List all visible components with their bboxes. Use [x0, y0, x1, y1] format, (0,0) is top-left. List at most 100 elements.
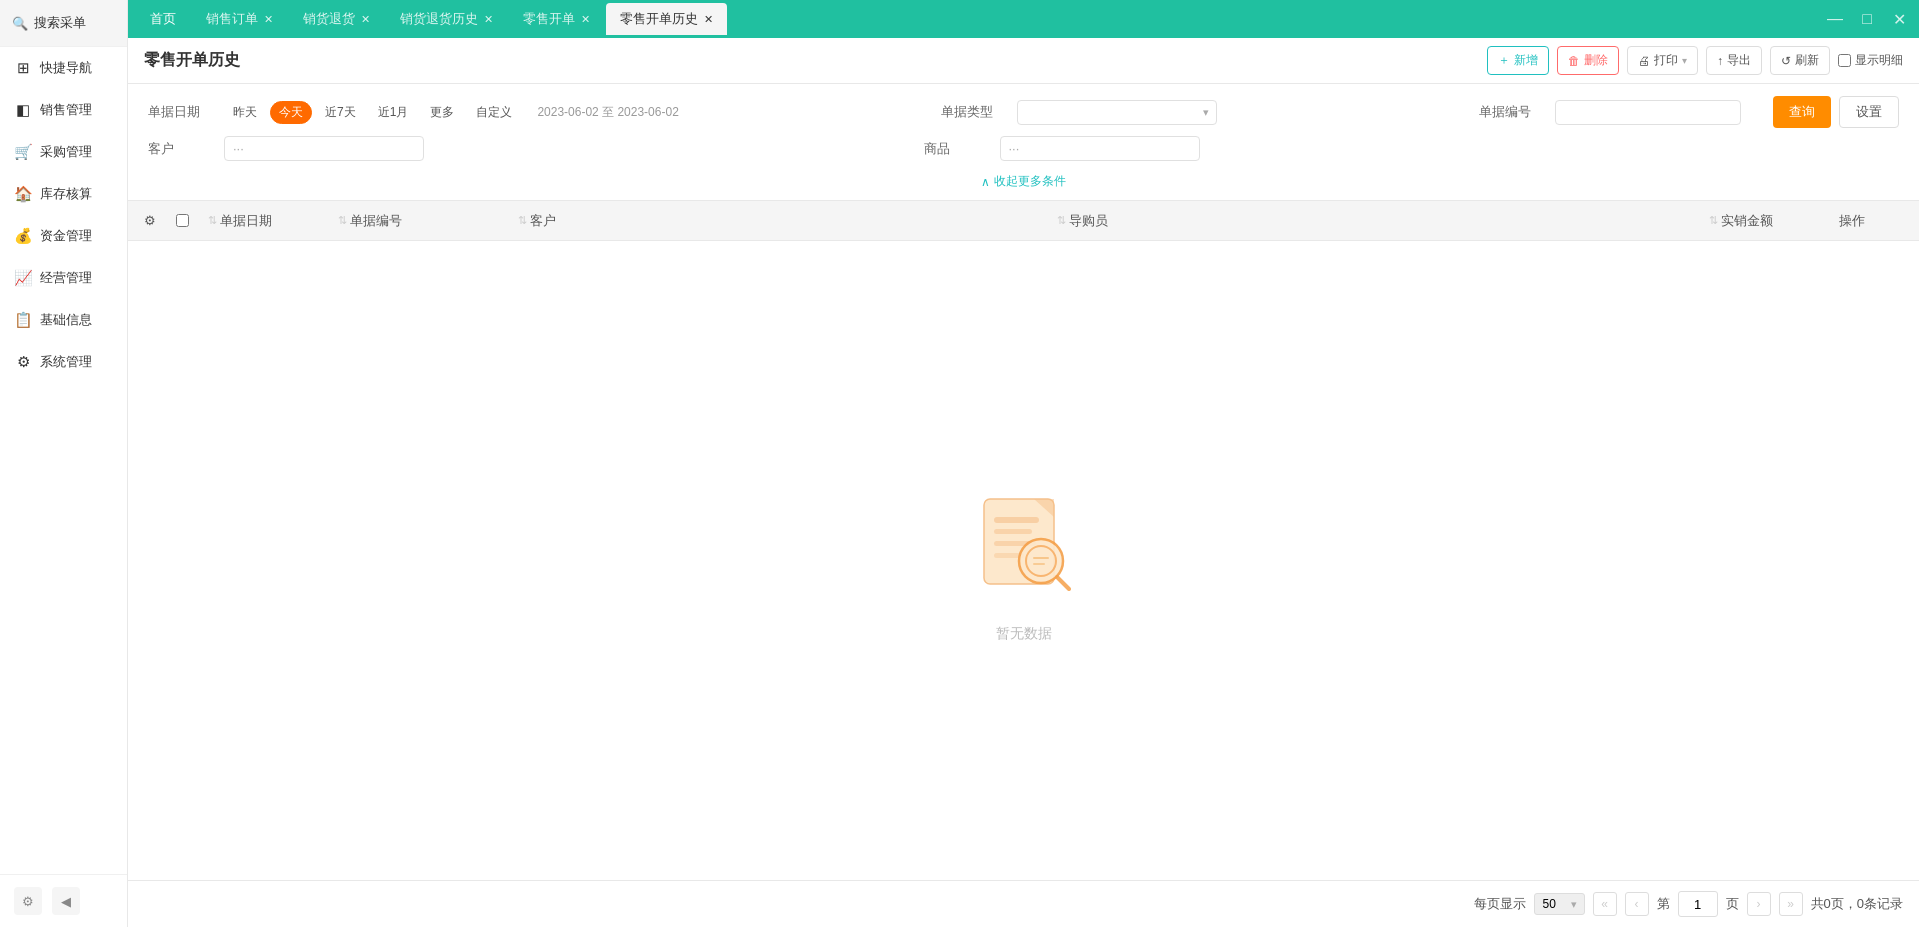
- th-checkbox[interactable]: [168, 214, 200, 227]
- content-area: ⚙ ⇅ 单据日期 ⇅ 单据编号 ⇅ 客户 ⇅ 导购员 ⇅: [128, 201, 1919, 880]
- next-page-button[interactable]: ›: [1747, 892, 1771, 916]
- add-icon: ＋: [1498, 52, 1510, 69]
- tab-sales-return-history-close[interactable]: ✕: [484, 14, 493, 25]
- refresh-button[interactable]: ↺ 刷新: [1770, 46, 1830, 75]
- search-icon: 🔍: [12, 16, 28, 31]
- filter-row-2: 客户 ··· 商品 ···: [148, 136, 1899, 161]
- collapse-label: 收起更多条件: [994, 173, 1066, 190]
- filter-area: 单据日期 昨天 今天 近7天 近1月 更多 自定义 2023-06-02 至 2…: [128, 84, 1919, 201]
- sidebar-item-zijin-label: 资金管理: [40, 227, 92, 245]
- total-records-label: 共0页，0条记录: [1811, 895, 1903, 913]
- table-header: ⚙ ⇅ 单据日期 ⇅ 单据编号 ⇅ 客户 ⇅ 导购员 ⇅: [128, 201, 1919, 241]
- date-yesterday-btn[interactable]: 昨天: [224, 101, 266, 124]
- tab-retail-open[interactable]: 零售开单 ✕: [509, 3, 604, 35]
- sidebar-item-jichu[interactable]: 📋 基础信息: [0, 299, 127, 341]
- column-settings-icon: ⚙: [144, 213, 156, 228]
- sidebar-item-caigou[interactable]: 🛒 采购管理: [0, 131, 127, 173]
- next-page-icon: ›: [1757, 897, 1761, 911]
- date-sort-icon[interactable]: ⇅: [208, 214, 217, 227]
- th-number: ⇅ 单据编号: [330, 212, 510, 230]
- date-more-btn[interactable]: 更多: [421, 101, 463, 124]
- print-label: 打印: [1654, 52, 1678, 69]
- th-number-label: 单据编号: [350, 212, 402, 230]
- th-customer-label: 客户: [530, 212, 556, 230]
- type-filter-select[interactable]: [1017, 100, 1217, 125]
- svg-rect-1: [994, 517, 1039, 523]
- show-detail-checkbox-label[interactable]: 显示明细: [1838, 52, 1903, 69]
- last-page-button[interactable]: »: [1779, 892, 1803, 916]
- goods-filter-input[interactable]: ···: [1000, 136, 1200, 161]
- add-button[interactable]: ＋ 新增: [1487, 46, 1549, 75]
- tab-sales-return-close[interactable]: ✕: [361, 14, 370, 25]
- last-page-icon: »: [1787, 897, 1794, 911]
- delete-button[interactable]: 🗑 删除: [1557, 46, 1619, 75]
- customer-filter-input[interactable]: ···: [224, 136, 424, 161]
- tab-retail-history[interactable]: 零售开单历史 ✕: [606, 3, 727, 35]
- page-number-input[interactable]: [1678, 891, 1718, 917]
- xiaoshou-icon: ◧: [14, 101, 32, 119]
- filter-row-1: 单据日期 昨天 今天 近7天 近1月 更多 自定义 2023-06-02 至 2…: [148, 96, 1899, 128]
- th-amount: ⇅ 实销金额: [1701, 212, 1831, 230]
- sidebar-item-xitong[interactable]: ⚙ 系统管理: [0, 341, 127, 383]
- tab-sales-return[interactable]: 销货退货 ✕: [289, 3, 384, 35]
- guide-sort-icon[interactable]: ⇅: [1057, 214, 1066, 227]
- query-button[interactable]: 查询: [1773, 96, 1831, 128]
- type-filter-label: 单据类型: [941, 103, 1001, 121]
- first-page-icon: «: [1601, 897, 1608, 911]
- caigou-icon: 🛒: [14, 143, 32, 161]
- kucun-icon: 🏠: [14, 185, 32, 203]
- per-page-select[interactable]: 10 20 50 100: [1534, 893, 1585, 915]
- tab-sales-order-close[interactable]: ✕: [264, 14, 273, 25]
- tab-home[interactable]: 首页: [136, 3, 190, 35]
- date-last7-btn[interactable]: 近7天: [316, 101, 365, 124]
- date-today-btn[interactable]: 今天: [270, 101, 312, 124]
- number-filter-label: 单据编号: [1479, 103, 1539, 121]
- select-all-checkbox[interactable]: [176, 214, 189, 227]
- export-button[interactable]: ↑ 导出: [1706, 46, 1762, 75]
- first-page-button[interactable]: «: [1593, 892, 1617, 916]
- close-button[interactable]: ✕: [1887, 7, 1911, 31]
- maximize-button[interactable]: □: [1855, 7, 1879, 31]
- th-amount-label: 实销金额: [1721, 212, 1773, 230]
- amount-sort-icon[interactable]: ⇅: [1709, 214, 1718, 227]
- sidebar-item-xiaoshou[interactable]: ◧ 销售管理: [0, 89, 127, 131]
- customer-sort-icon[interactable]: ⇅: [518, 214, 527, 227]
- sidebar-search-label: 搜索采单: [34, 14, 86, 32]
- th-settings[interactable]: ⚙: [136, 213, 168, 228]
- sidebar-item-jichu-label: 基础信息: [40, 311, 92, 329]
- sidebar-item-kucun[interactable]: 🏠 库存核算: [0, 173, 127, 215]
- print-chevron-icon: ▾: [1682, 55, 1687, 66]
- th-date-label: 单据日期: [220, 212, 272, 230]
- refresh-label: 刷新: [1795, 52, 1819, 69]
- number-filter-input[interactable]: [1555, 100, 1741, 125]
- sidebar-search[interactable]: 🔍 搜索采单: [0, 0, 127, 47]
- per-page-select-wrapper: 10 20 50 100: [1534, 893, 1585, 915]
- tab-sales-order[interactable]: 销售订单 ✕: [192, 3, 287, 35]
- sidebar-item-kuaijie-label: 快捷导航: [40, 59, 92, 77]
- number-sort-icon[interactable]: ⇅: [338, 214, 347, 227]
- prev-page-button[interactable]: ‹: [1625, 892, 1649, 916]
- sidebar-collapse-button[interactable]: ◀: [52, 887, 80, 915]
- sidebar-item-kuaijie[interactable]: ⊞ 快捷导航: [0, 47, 127, 89]
- tab-home-label: 首页: [150, 10, 176, 28]
- sidebar-item-jingying[interactable]: 📈 经营管理: [0, 257, 127, 299]
- customer-filter-label: 客户: [148, 140, 208, 158]
- tab-retail-history-close[interactable]: ✕: [704, 14, 713, 25]
- xitong-icon: ⚙: [14, 353, 32, 371]
- collapse-button[interactable]: ∧ 收起更多条件: [981, 173, 1066, 190]
- minimize-button[interactable]: —: [1823, 7, 1847, 31]
- customer-dots: ···: [233, 141, 244, 156]
- collapse-bar[interactable]: ∧ 收起更多条件: [148, 169, 1899, 192]
- show-detail-checkbox[interactable]: [1838, 54, 1851, 67]
- tab-retail-open-close[interactable]: ✕: [581, 14, 590, 25]
- empty-state: 暂无数据: [128, 241, 1919, 880]
- print-button[interactable]: 🖨 打印 ▾: [1627, 46, 1698, 75]
- settings-btn2[interactable]: 设置: [1839, 96, 1899, 128]
- date-custom-btn[interactable]: 自定义: [467, 101, 521, 124]
- date-last-month-btn[interactable]: 近1月: [369, 101, 418, 124]
- sidebar: 🔍 搜索采单 ⊞ 快捷导航 ◧ 销售管理 🛒 采购管理 🏠 库存核算 💰 资金管…: [0, 0, 128, 927]
- tab-sales-return-history[interactable]: 销货退货历史 ✕: [386, 3, 507, 35]
- page-suffix: 页: [1726, 895, 1739, 913]
- sidebar-item-zijin[interactable]: 💰 资金管理: [0, 215, 127, 257]
- sidebar-settings-button[interactable]: ⚙: [14, 887, 42, 915]
